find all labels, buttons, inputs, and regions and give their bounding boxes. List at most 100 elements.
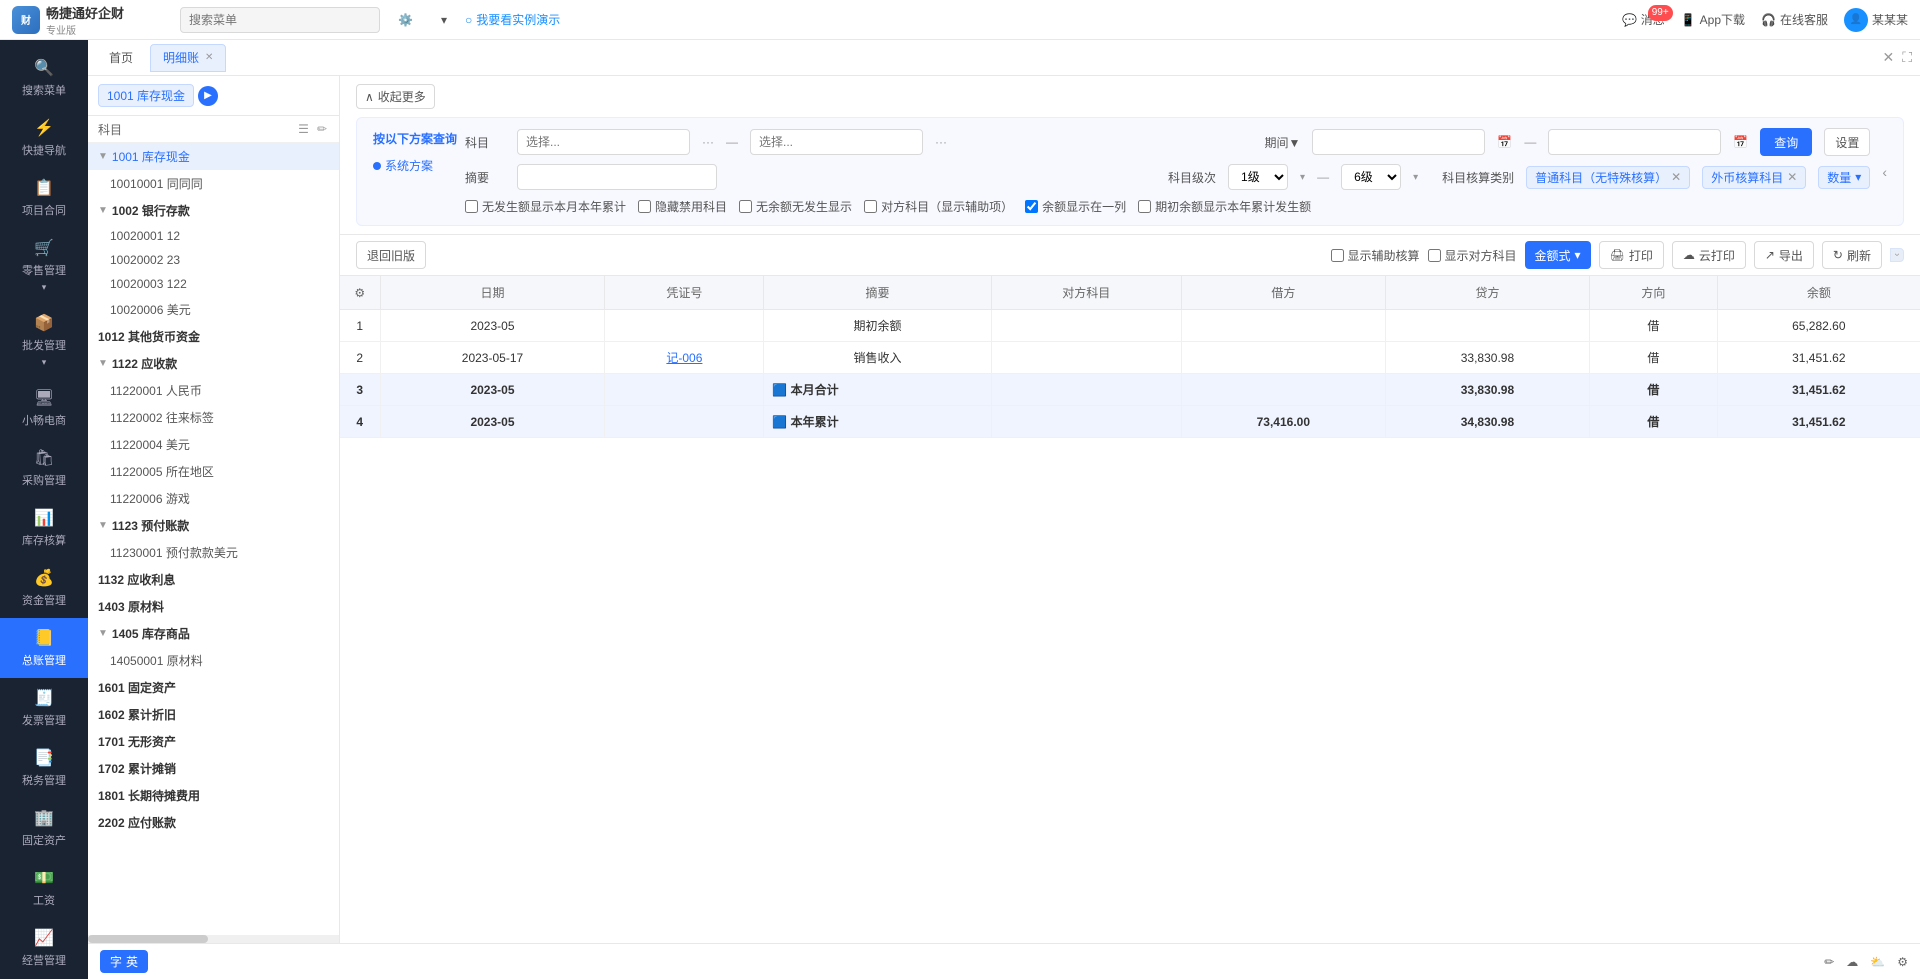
tag-quantity[interactable]: 数量 ▾ bbox=[1818, 166, 1870, 189]
tree-item-1405[interactable]: ▼ 1405 库存商品 bbox=[88, 620, 339, 647]
currency-mode-btn[interactable]: 金额式 ▾ bbox=[1525, 241, 1591, 269]
subject-level-start-select[interactable]: 1级2级3级 bbox=[1228, 164, 1288, 190]
tree-item-1701[interactable]: 1701 无形资产 bbox=[88, 728, 339, 755]
tree-item-1012[interactable]: 1012 其他货币资金 bbox=[88, 323, 339, 350]
sidebar-item-quick-nav[interactable]: ⚡ 快捷导航 bbox=[0, 108, 88, 168]
settings-nav-btn[interactable]: ⚙️ bbox=[388, 7, 423, 33]
checkbox-hide-disabled[interactable]: 隐藏禁用科目 bbox=[638, 198, 727, 215]
bottom-cloud-icon[interactable]: ☁ bbox=[1846, 955, 1858, 969]
sidebar-item-operations[interactable]: 📈 经营管理 bbox=[0, 918, 88, 978]
export-btn[interactable]: ↗ 导出 bbox=[1754, 241, 1814, 269]
checkbox-show-aux-calc[interactable]: 显示辅助核算 bbox=[1331, 247, 1420, 264]
checkbox-no-balance[interactable]: 无发生额显示本月本年累计 bbox=[465, 198, 626, 215]
maximize-btn[interactable]: ⛶ bbox=[1902, 49, 1912, 66]
expand-more-btn[interactable]: ∧ 收起更多 bbox=[356, 84, 435, 109]
tree-add-btn[interactable]: ✏ bbox=[315, 120, 329, 138]
checkbox-opposite[interactable]: 对方科目（显示辅助项） bbox=[864, 198, 1013, 215]
tree-item-10020003[interactable]: 10020003 122 bbox=[88, 272, 339, 296]
tree-item-1001[interactable]: ▼ 1001 库存现金 bbox=[88, 143, 339, 170]
close-window-btn[interactable]: ✕ bbox=[1882, 49, 1894, 66]
checkbox-no-balance-show[interactable]: 无余额无发生显示 bbox=[739, 198, 852, 215]
tab-home[interactable]: 首页 bbox=[96, 44, 146, 72]
tree-list-btn[interactable]: ☰ bbox=[296, 120, 311, 138]
query-btn[interactable]: 查询 bbox=[1760, 128, 1812, 156]
bottom-edit-icon[interactable]: ✏ bbox=[1824, 955, 1834, 969]
collapse-left-btn[interactable]: ‹ bbox=[1882, 164, 1887, 180]
tree-item-1702[interactable]: 1702 累计摊销 bbox=[88, 755, 339, 782]
period-start-input[interactable]: 2023-05 bbox=[1312, 129, 1485, 155]
tree-item-11220006[interactable]: 11220006 游戏 bbox=[88, 485, 339, 512]
print-btn[interactable]: 🖨 打印 bbox=[1599, 241, 1664, 269]
checkbox-show-opposite[interactable]: 显示对方科目 bbox=[1428, 247, 1517, 264]
sidebar-item-salary[interactable]: 💵 工资 bbox=[0, 858, 88, 918]
sidebar-item-search[interactable]: 🔍 搜索菜单 bbox=[0, 48, 88, 108]
tree-item-1132[interactable]: 1132 应收利息 bbox=[88, 566, 339, 593]
bottom-settings-icon[interactable]: ⚙ bbox=[1897, 955, 1908, 969]
period-end-input[interactable]: 2023-05 bbox=[1548, 129, 1721, 155]
subject-input[interactable] bbox=[517, 129, 690, 155]
bottom-cloud2-icon[interactable]: ⛅ bbox=[1870, 955, 1885, 969]
sidebar-item-ecommerce[interactable]: 🖥 小畅电商 bbox=[0, 378, 88, 438]
sidebar-item-purchase[interactable]: 🛍 采购管理 bbox=[0, 438, 88, 498]
dropdown-nav-btn[interactable]: ▾ bbox=[431, 7, 457, 33]
search-input[interactable] bbox=[180, 7, 380, 33]
tab-ledger[interactable]: 明细账 ✕ bbox=[150, 44, 226, 72]
period-label[interactable]: 期间▼ bbox=[1265, 134, 1301, 151]
user-area[interactable]: 👤 某某某 bbox=[1844, 8, 1908, 32]
tree-item-1403[interactable]: 1403 原材料 bbox=[88, 593, 339, 620]
scrollbar-thumb[interactable] bbox=[88, 935, 208, 943]
tree-item-11220004[interactable]: 11220004 美元 bbox=[88, 431, 339, 458]
nav-next-btn[interactable]: ▶ bbox=[198, 86, 218, 106]
notification-btn[interactable]: 💬 消息 99+ bbox=[1622, 11, 1664, 28]
sidebar-item-tax[interactable]: 📑 税务管理 bbox=[0, 738, 88, 798]
cloud-print-btn[interactable]: ☁ 云打印 bbox=[1672, 241, 1746, 269]
tree-item-10020002[interactable]: 10020002 23 bbox=[88, 248, 339, 272]
tree-item-11220005[interactable]: 11220005 所在地区 bbox=[88, 458, 339, 485]
subject-end-input[interactable] bbox=[750, 129, 923, 155]
sidebar-item-ledger[interactable]: 📒 总账管理 bbox=[0, 618, 88, 678]
summary-input[interactable] bbox=[517, 164, 717, 190]
selected-account-badge[interactable]: 1001 库存现金 bbox=[98, 84, 194, 107]
return-old-btn[interactable]: 退回旧版 bbox=[356, 241, 426, 269]
system-scheme-btn[interactable]: 系统方案 bbox=[373, 157, 457, 174]
sidebar-item-finance[interactable]: 💰 资金管理 bbox=[0, 558, 88, 618]
tab-close-btn[interactable]: ✕ bbox=[205, 52, 213, 63]
ellipsis-end-btn[interactable]: ··· bbox=[935, 135, 947, 149]
subject-level-end-select[interactable]: 6级5级4级 bbox=[1341, 164, 1401, 190]
sidebar-item-project[interactable]: 📋 项目合同 bbox=[0, 168, 88, 228]
tree-item-1002[interactable]: ▼ 1002 银行存款 bbox=[88, 197, 339, 224]
col-settings[interactable]: ⚙ bbox=[340, 276, 380, 310]
tag-close-btn[interactable]: ✕ bbox=[1671, 170, 1681, 184]
tree-item-1801[interactable]: 1801 长期待摊费用 bbox=[88, 782, 339, 809]
online-service-btn[interactable]: 🎧 在线客服 bbox=[1761, 11, 1828, 28]
tag-foreign[interactable]: 外币核算科目 ✕ bbox=[1702, 166, 1806, 189]
lang-switch-btn[interactable]: 字 英 bbox=[100, 950, 148, 973]
sidebar-item-retail[interactable]: 🛒 零售管理 ▾ bbox=[0, 228, 88, 303]
tag-ordinary[interactable]: 普通科目（无特殊核算） ✕ bbox=[1526, 166, 1690, 189]
calendar-end-icon[interactable]: 📅 bbox=[1733, 135, 1748, 149]
sidebar-item-inventory[interactable]: 📊 库存核算 bbox=[0, 498, 88, 558]
voucher-link[interactable]: 记-006 bbox=[666, 351, 702, 365]
calendar-start-icon[interactable]: 📅 bbox=[1497, 135, 1512, 149]
tag-close-btn-2[interactable]: ✕ bbox=[1787, 170, 1797, 184]
tree-item-11220002[interactable]: 11220002 往来标签 bbox=[88, 404, 339, 431]
tree-item-1601[interactable]: 1601 固定资产 bbox=[88, 674, 339, 701]
tree-item-2202[interactable]: 2202 应付账款 bbox=[88, 809, 339, 836]
tree-item-14050001[interactable]: 14050001 原材料 bbox=[88, 647, 339, 674]
tree-item-10010001[interactable]: 10010001 同同同 bbox=[88, 170, 339, 197]
tree-item-11230001[interactable]: 11230001 预付款款美元 bbox=[88, 539, 339, 566]
tree-item-11220001[interactable]: 11220001 人民币 bbox=[88, 377, 339, 404]
horizontal-scrollbar[interactable] bbox=[88, 935, 339, 943]
demo-link[interactable]: ○ 我要看实例演示 bbox=[465, 11, 560, 28]
right-collapse-btn[interactable]: › bbox=[1890, 248, 1904, 261]
tree-item-1602[interactable]: 1602 累计折旧 bbox=[88, 701, 339, 728]
sidebar-item-invoice[interactable]: 🧾 发票管理 bbox=[0, 678, 88, 738]
tree-item-1122[interactable]: ▼ 1122 应收款 bbox=[88, 350, 339, 377]
tree-item-1123[interactable]: ▼ 1123 预付账款 bbox=[88, 512, 339, 539]
sidebar-item-fixed-assets[interactable]: 🏢 固定资产 bbox=[0, 798, 88, 858]
sidebar-item-wholesale[interactable]: 📦 批发管理 ▾ bbox=[0, 303, 88, 378]
tree-item-10020006[interactable]: 10020006 美元 bbox=[88, 296, 339, 323]
tree-item-10020001[interactable]: 10020001 12 bbox=[88, 224, 339, 248]
checkbox-opening-balance[interactable]: 期初余额显示本年累计发生额 bbox=[1138, 198, 1311, 215]
ellipsis-btn[interactable]: ··· bbox=[702, 135, 714, 149]
